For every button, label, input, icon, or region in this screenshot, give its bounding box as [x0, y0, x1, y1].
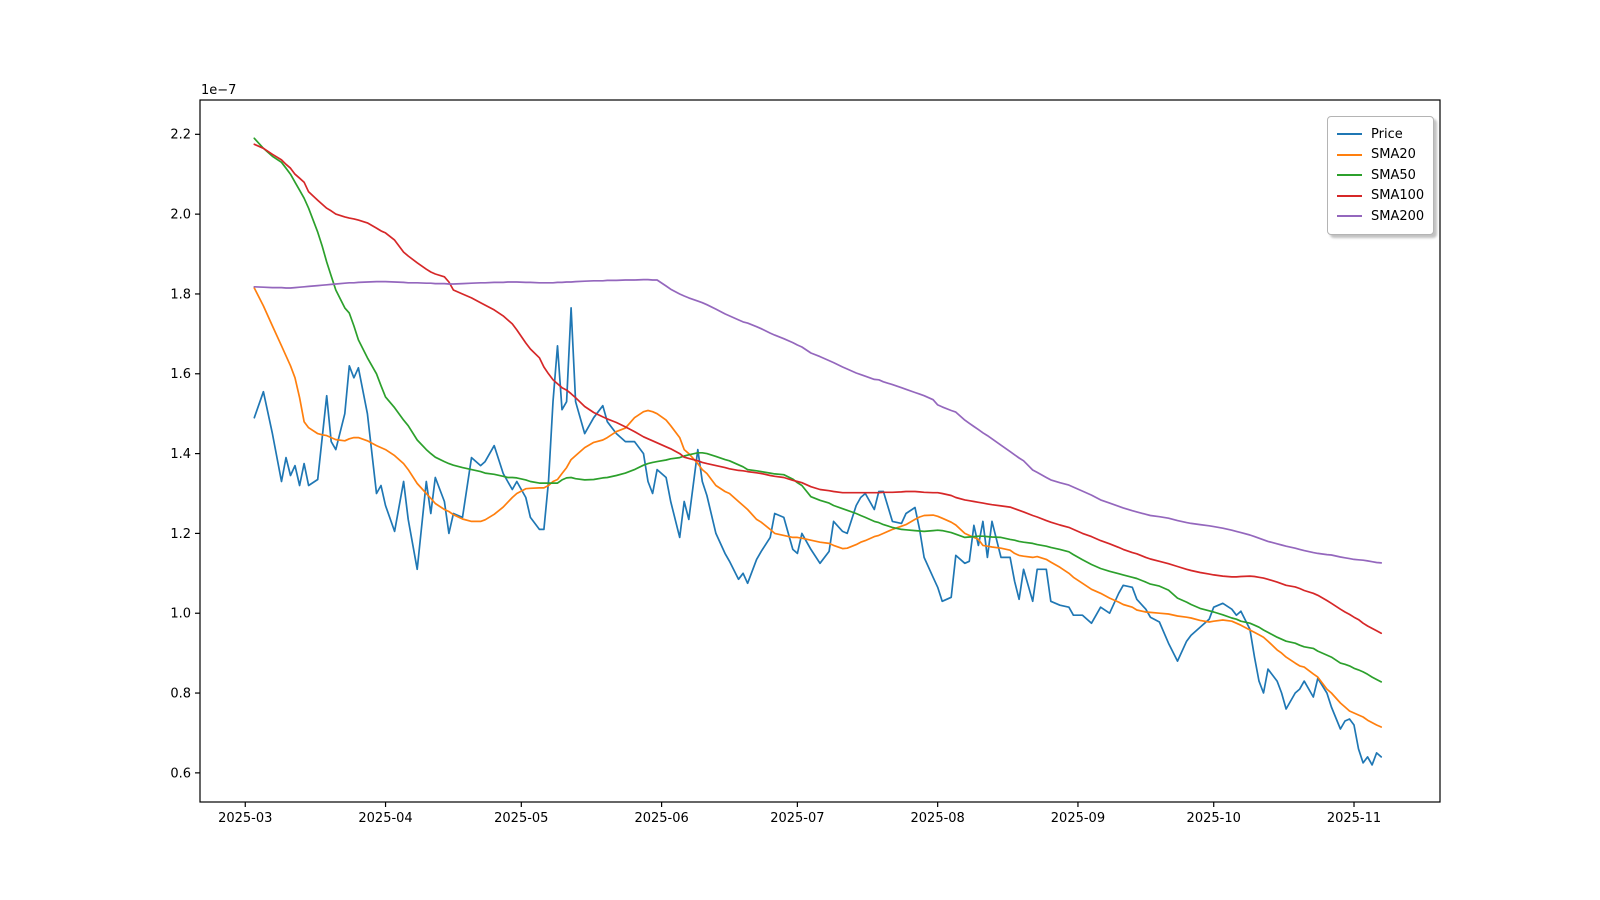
- legend-entry-label: SMA100: [1371, 188, 1425, 204]
- y-tick-label: 1.8: [170, 287, 191, 302]
- x-tick-label: 2025-03: [218, 811, 272, 826]
- series-line-sma50: [253, 137, 1383, 683]
- x-tick-label: 2025-05: [494, 811, 548, 826]
- y-tick-label: 1.4: [170, 447, 191, 462]
- y-tick-label: 0.8: [170, 686, 191, 701]
- legend-entry-label: SMA50: [1371, 167, 1416, 183]
- x-tick-label: 2025-08: [911, 811, 965, 826]
- y-tick-label: 1.6: [170, 367, 191, 382]
- legend-entry-price: Price: [1337, 124, 1424, 145]
- y-tick-label: 2.0: [170, 208, 191, 223]
- x-tick-label: 2025-09: [1051, 811, 1105, 826]
- legend-line-swatch: [1337, 215, 1362, 218]
- legend-entry-label: SMA200: [1371, 208, 1425, 224]
- legend-entry-label: Price: [1371, 126, 1403, 142]
- series-line-price: [253, 307, 1383, 766]
- x-tick-label: 2025-06: [634, 811, 688, 826]
- legend-entry-label: SMA20: [1371, 147, 1416, 163]
- x-tick-label: 2025-04: [358, 811, 412, 826]
- legend-entry-sma200: SMA200: [1337, 206, 1424, 227]
- legend-line-swatch: [1337, 153, 1362, 156]
- legend-entry-sma100: SMA100: [1337, 186, 1424, 207]
- axes-spines: [199, 99, 1441, 803]
- x-tick-label: 2025-07: [770, 811, 824, 826]
- legend-entry-sma20: SMA20: [1337, 145, 1424, 166]
- x-tick-label: 2025-10: [1187, 811, 1241, 826]
- y-tick-label: 0.6: [170, 766, 191, 781]
- legend-line-swatch: [1337, 133, 1362, 136]
- legend-line-swatch: [1337, 174, 1362, 177]
- series-line-sma200: [253, 278, 1383, 564]
- y-tick-label: 1.2: [170, 527, 191, 542]
- legend: Price SMA20 SMA50 SMA100 SMA200: [1327, 116, 1434, 235]
- legend-entry-sma50: SMA50: [1337, 165, 1424, 186]
- y-tick-label: 2.2: [170, 128, 191, 143]
- figure: 1e−7 0.6 0.8 1.0 1.2 1.4 1.6 1.8 2.0 2.2 2025-03 2…: [0, 0, 1600, 900]
- x-tick-label: 2025-11: [1327, 811, 1381, 826]
- legend-line-swatch: [1337, 194, 1362, 197]
- y-tick-label: 1.0: [170, 607, 191, 622]
